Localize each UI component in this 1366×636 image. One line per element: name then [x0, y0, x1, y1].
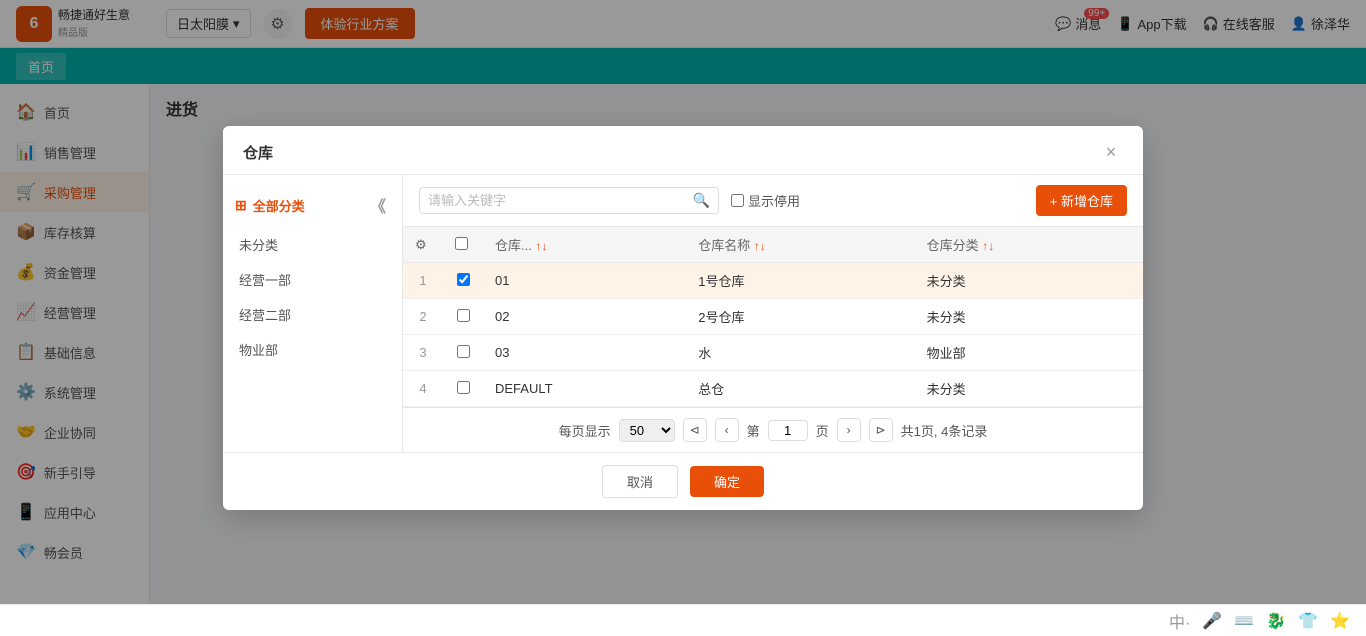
row-checkbox-cell[interactable]: [443, 263, 483, 299]
lang-label: 中·: [1169, 609, 1190, 633]
total-info: 共1页, 4条记录: [901, 421, 988, 440]
show-disabled-checkbox[interactable]: [731, 194, 744, 207]
row-category: 未分类: [915, 371, 1143, 407]
page-label: 第: [747, 421, 760, 440]
row-checkbox[interactable]: [457, 381, 470, 394]
per-page-label: 每页显示: [559, 421, 611, 440]
keyboard-icon[interactable]: ⌨️: [1234, 611, 1254, 631]
cancel-button[interactable]: 取消: [602, 465, 678, 498]
row-code: 03: [483, 335, 686, 371]
search-input[interactable]: [428, 193, 693, 208]
row-name: 总仓: [686, 371, 914, 407]
table-row[interactable]: 3 03 水 物业部: [403, 335, 1143, 371]
row-num: 4: [403, 371, 443, 407]
col-checkbox: [443, 227, 483, 263]
row-num: 3: [403, 335, 443, 371]
modal-header: 仓库 ×: [223, 126, 1143, 175]
left-panel-header: ⊞ 全部分类 《: [223, 187, 402, 227]
category-item-0[interactable]: 未分类: [223, 227, 402, 262]
sort-icon-name: ↑↓: [754, 239, 766, 253]
page-number-input[interactable]: [768, 420, 808, 441]
select-all-checkbox[interactable]: [455, 237, 468, 250]
sort-icon-category: ↑↓: [982, 239, 994, 253]
table-container: ⚙ 仓库... ↑↓ 仓库名称 ↑↓: [403, 227, 1143, 407]
row-checkbox-cell[interactable]: [443, 335, 483, 371]
row-name: 1号仓库: [686, 263, 914, 299]
table-row[interactable]: 4 DEFAULT 总仓 未分类: [403, 371, 1143, 407]
modal-close-button[interactable]: ×: [1099, 140, 1123, 164]
mic-icon[interactable]: 🎤: [1202, 611, 1222, 631]
left-panel: ⊞ 全部分类 《 未分类 经营一部 经营二部 物业部: [223, 175, 403, 452]
col-category: 仓库分类 ↑↓: [915, 227, 1143, 263]
category-item-1[interactable]: 经营一部: [223, 262, 402, 297]
row-checkbox-cell[interactable]: [443, 299, 483, 335]
shirt-icon[interactable]: 👕: [1298, 611, 1318, 631]
show-disabled-label[interactable]: 显示停用: [731, 191, 800, 210]
col-code: 仓库... ↑↓: [483, 227, 686, 263]
left-panel-title[interactable]: 全部分类: [253, 196, 305, 215]
search-box: 🔍: [419, 187, 719, 214]
row-code: DEFAULT: [483, 371, 686, 407]
warehouse-table: ⚙ 仓库... ↑↓ 仓库名称 ↑↓: [403, 227, 1143, 407]
modal-overlay: 仓库 × ⊞ 全部分类 《 未分类 经营一部: [0, 0, 1366, 636]
row-category: 未分类: [915, 299, 1143, 335]
right-toolbar: 🔍 显示停用 + 新增仓库: [403, 175, 1143, 227]
row-num: 1: [403, 263, 443, 299]
search-icon: 🔍: [693, 192, 710, 209]
per-page-select[interactable]: 50 20 100: [619, 419, 675, 442]
warehouse-modal: 仓库 × ⊞ 全部分类 《 未分类 经营一部: [223, 126, 1143, 510]
page-suffix: 页: [816, 421, 829, 440]
row-checkbox[interactable]: [457, 273, 470, 286]
collapse-button[interactable]: 《: [366, 193, 390, 217]
category-item-2[interactable]: 经营二部: [223, 297, 402, 332]
row-code: 02: [483, 299, 686, 335]
table-row[interactable]: 2 02 2号仓库 未分类: [403, 299, 1143, 335]
modal-title: 仓库: [243, 142, 273, 163]
row-checkbox-cell[interactable]: [443, 371, 483, 407]
confirm-button[interactable]: 确定: [690, 466, 764, 497]
row-num: 2: [403, 299, 443, 335]
row-name: 水: [686, 335, 914, 371]
row-checkbox[interactable]: [457, 309, 470, 322]
left-panel-title-row: ⊞ 全部分类: [235, 196, 305, 215]
star-icon[interactable]: ⭐: [1330, 611, 1350, 631]
row-code: 01: [483, 263, 686, 299]
table-row[interactable]: 1 01 1号仓库 未分类: [403, 263, 1143, 299]
category-item-3[interactable]: 物业部: [223, 332, 402, 367]
grid-icon: ⊞: [235, 197, 247, 214]
table-header-row: ⚙ 仓库... ↑↓ 仓库名称 ↑↓: [403, 227, 1143, 263]
first-page-button[interactable]: ⊲: [683, 418, 707, 442]
sort-icon-code: ↑↓: [535, 239, 547, 253]
col-settings: ⚙: [403, 227, 443, 263]
settings-icon: ⚙: [415, 237, 427, 252]
row-category: 未分类: [915, 263, 1143, 299]
row-checkbox[interactable]: [457, 345, 470, 358]
dragon-icon[interactable]: 🐉: [1266, 611, 1286, 631]
right-panel: 🔍 显示停用 + 新增仓库 ⚙: [403, 175, 1143, 452]
bottom-bar: 中· 🎤 ⌨️ 🐉 👕 ⭐: [0, 604, 1366, 636]
col-name: 仓库名称 ↑↓: [686, 227, 914, 263]
modal-footer: 取消 确定: [223, 452, 1143, 510]
last-page-button[interactable]: ⊳: [869, 418, 893, 442]
prev-page-button[interactable]: ‹: [715, 418, 739, 442]
add-warehouse-button[interactable]: + 新增仓库: [1036, 185, 1127, 216]
pagination: 每页显示 50 20 100 ⊲ ‹ 第 页 › ⊳ 共1页, 4条记录: [403, 407, 1143, 452]
modal-body: ⊞ 全部分类 《 未分类 经营一部 经营二部 物业部: [223, 175, 1143, 452]
row-name: 2号仓库: [686, 299, 914, 335]
next-page-button[interactable]: ›: [837, 418, 861, 442]
row-category: 物业部: [915, 335, 1143, 371]
